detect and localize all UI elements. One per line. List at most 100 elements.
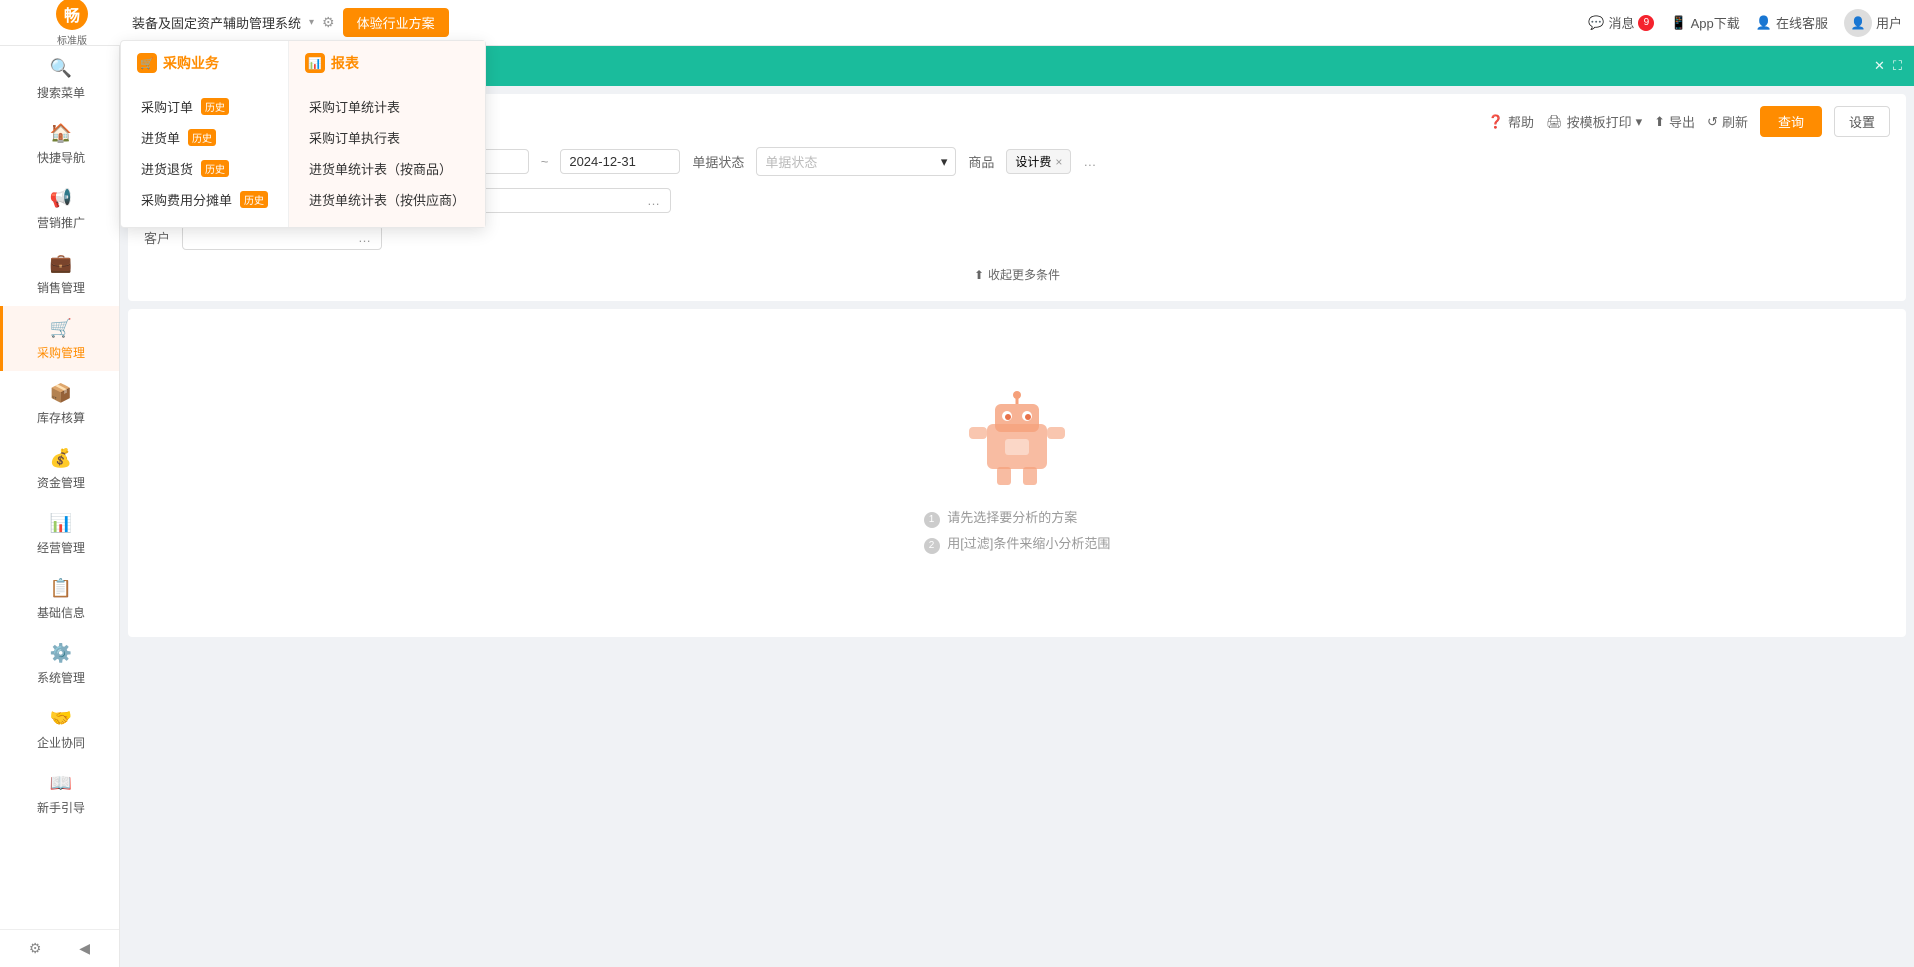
menu-item-incoming-by-goods[interactable]: 进货单统计表（按商品） — [305, 153, 469, 184]
incoming-label: 进货单 — [141, 128, 180, 147]
menu-item-order-exec[interactable]: 采购订单执行表 — [305, 122, 469, 153]
sidebar-item-guide[interactable]: 📖 新手引导 — [0, 761, 119, 826]
home-icon: 🏠 — [49, 121, 73, 145]
status-chevron-icon: ▾ — [941, 154, 948, 170]
refresh-btn[interactable]: ↺ 刷新 — [1707, 112, 1748, 131]
header-online-service[interactable]: 👤 在线客服 — [1756, 13, 1828, 32]
sidebar-item-operation[interactable]: 📊 经营管理 — [0, 501, 119, 566]
sidebar-label-operation: 经营管理 — [37, 539, 85, 556]
sidebar-item-finance[interactable]: 💰 资金管理 — [0, 436, 119, 501]
setting-btn[interactable]: 设置 — [1834, 106, 1890, 137]
phone-icon: 📱 — [1670, 15, 1686, 31]
return-badge: 历史 — [201, 160, 229, 177]
header-message[interactable]: 💬 消息 9 — [1588, 13, 1654, 32]
sidebar-collapse-btn[interactable]: ◀ — [79, 940, 90, 957]
print-dropdown-icon[interactable]: ▾ — [1636, 114, 1643, 130]
header-user[interactable]: 👤 用户 — [1844, 9, 1902, 37]
system-name-area: 装备及固定资产辅助管理系统 ▾ ⚙ 体验行业方案 — [132, 8, 1588, 37]
sidebar-label-basic: 基础信息 — [37, 604, 85, 621]
system-name-text: 装备及固定资产辅助管理系统 — [132, 13, 301, 32]
customer-dots[interactable]: … — [358, 230, 373, 245]
print-label: 按模板打印 — [1567, 112, 1632, 131]
menu-item-incoming[interactable]: 进货单 历史 — [137, 122, 272, 153]
user-avatar: 👤 — [1844, 9, 1872, 37]
hint-text-1: 请先选择要分析的方案 — [947, 510, 1077, 525]
refresh-icon: ↺ — [1707, 114, 1718, 130]
header-app-download[interactable]: 📱 App下载 — [1670, 13, 1739, 32]
logo-subtext: 标准版 — [57, 32, 87, 47]
sidebar-item-nav[interactable]: 🏠 快捷导航 — [0, 111, 119, 176]
status-select[interactable]: 单据状态 ▾ — [756, 147, 956, 176]
system-gear-icon[interactable]: ⚙ — [322, 14, 335, 31]
print-btn[interactable]: 🖨 按模板打印 ▾ — [1546, 112, 1642, 131]
menu-item-return[interactable]: 进货退货 历史 — [137, 153, 272, 184]
goods-tag: 设计费 × — [1006, 149, 1071, 174]
purchase-order-label: 采购订单 — [141, 97, 193, 116]
customer-select[interactable]: … — [182, 225, 382, 250]
results-area: 1 请先选择要分析的方案 2 用[过滤]条件来缩小分析范围 — [128, 309, 1906, 637]
menu-item-purchase-order[interactable]: 采购订单 历史 — [137, 91, 272, 122]
menu-item-expense[interactable]: 采购费用分摊单 历史 — [137, 184, 272, 215]
help-btn[interactable]: ❓ 帮助 — [1488, 112, 1534, 131]
refresh-label: 刷新 — [1722, 112, 1748, 131]
collab-icon: 🤝 — [49, 706, 73, 730]
message-icon: 💬 — [1588, 15, 1604, 31]
order-stats-label: 采购订单统计表 — [309, 97, 400, 116]
sidebar-label-promo: 营销推广 — [37, 214, 85, 231]
collapse-label: 收起更多条件 — [988, 266, 1060, 283]
sidebar-bottom: ⚙ ◀ — [0, 929, 119, 967]
sidebar-item-sales[interactable]: 💼 销售管理 — [0, 241, 119, 306]
sidebar-item-basic[interactable]: 📋 基础信息 — [0, 566, 119, 631]
sidebar-label-inventory: 库存核算 — [37, 409, 85, 426]
message-label: 消息 — [1608, 13, 1634, 32]
salesperson-select[interactable]: … — [471, 188, 671, 213]
sidebar-label-nav: 快捷导航 — [37, 149, 85, 166]
search-icon: 🔍 — [49, 56, 73, 80]
tab-expand-icon[interactable]: ⛶ — [1893, 58, 1902, 74]
sidebar-item-inventory[interactable]: 📦 库存核算 — [0, 371, 119, 436]
goods-tag-close[interactable]: × — [1055, 155, 1062, 169]
goods-tag-text: 设计费 — [1015, 153, 1051, 170]
filter-customer-row: 客户 … — [144, 225, 1890, 250]
sidebar-settings-btn[interactable]: ⚙ — [29, 940, 42, 957]
empty-text: 1 请先选择要分析的方案 2 用[过滤]条件来缩小分析范围 — [924, 505, 1111, 557]
query-btn[interactable]: 查询 — [1760, 106, 1822, 137]
message-badge: 9 — [1638, 15, 1654, 31]
salesperson-dots[interactable]: … — [647, 193, 662, 208]
purchase-dropdown-menu[interactable]: 🛒 采购业务 采购订单 历史 进货单 历史 进货退货 历史 采购费用分摊单 — [120, 40, 486, 228]
sidebar: 🔍 搜索菜单 🏠 快捷导航 📢 营销推广 💼 销售管理 🛒 采购管理 📦 — [0, 46, 120, 967]
date-to-input[interactable] — [560, 149, 680, 174]
sidebar-item-search[interactable]: 🔍 搜索菜单 — [0, 46, 119, 111]
logo-area: 畅 标准版 — [12, 0, 132, 47]
goods-dots[interactable]: … — [1083, 154, 1098, 169]
export-btn[interactable]: ⬆ 导出 — [1654, 112, 1695, 131]
print-icon: 🖨 — [1546, 114, 1563, 130]
collapse-row[interactable]: ⬆ 收起更多条件 — [144, 260, 1890, 289]
service-label: 在线客服 — [1776, 13, 1828, 32]
sidebar-label-sales: 销售管理 — [37, 279, 85, 296]
sidebar-label-search: 搜索菜单 — [37, 84, 85, 101]
return-label: 进货退货 — [141, 159, 193, 178]
date-separator: ~ — [541, 154, 549, 169]
operation-icon: 📊 — [49, 511, 73, 535]
menu-item-incoming-by-supplier[interactable]: 进货单统计表（按供应商） — [305, 184, 469, 215]
help-label: 帮助 — [1508, 112, 1534, 131]
menu-item-order-stats[interactable]: 采购订单统计表 — [305, 91, 469, 122]
sidebar-item-promo[interactable]: 📢 营销推广 — [0, 176, 119, 241]
sales-icon: 💼 — [49, 251, 73, 275]
sidebar-item-system[interactable]: ⚙️ 系统管理 — [0, 631, 119, 696]
report-col-title: 📊 报表 — [305, 53, 469, 79]
purchase-menu-icon: 🛒 — [137, 53, 157, 73]
status-label: 单据状态 — [692, 152, 744, 171]
industry-btn[interactable]: 体验行业方案 — [343, 8, 449, 37]
sidebar-item-purchase[interactable]: 🛒 采购管理 — [0, 306, 119, 371]
purchase-col-title-text: 采购业务 — [163, 53, 219, 73]
sidebar-item-collab[interactable]: 🤝 企业协同 — [0, 696, 119, 761]
finance-icon: 💰 — [49, 446, 73, 470]
promo-icon: 📢 — [49, 186, 73, 210]
sidebar-label-system: 系统管理 — [37, 669, 85, 686]
tab-close-all-icon[interactable]: ✕ — [1874, 58, 1885, 74]
app-label: App下载 — [1691, 13, 1740, 32]
export-label: 导出 — [1669, 112, 1695, 131]
system-dropdown-icon[interactable]: ▾ — [309, 17, 314, 28]
